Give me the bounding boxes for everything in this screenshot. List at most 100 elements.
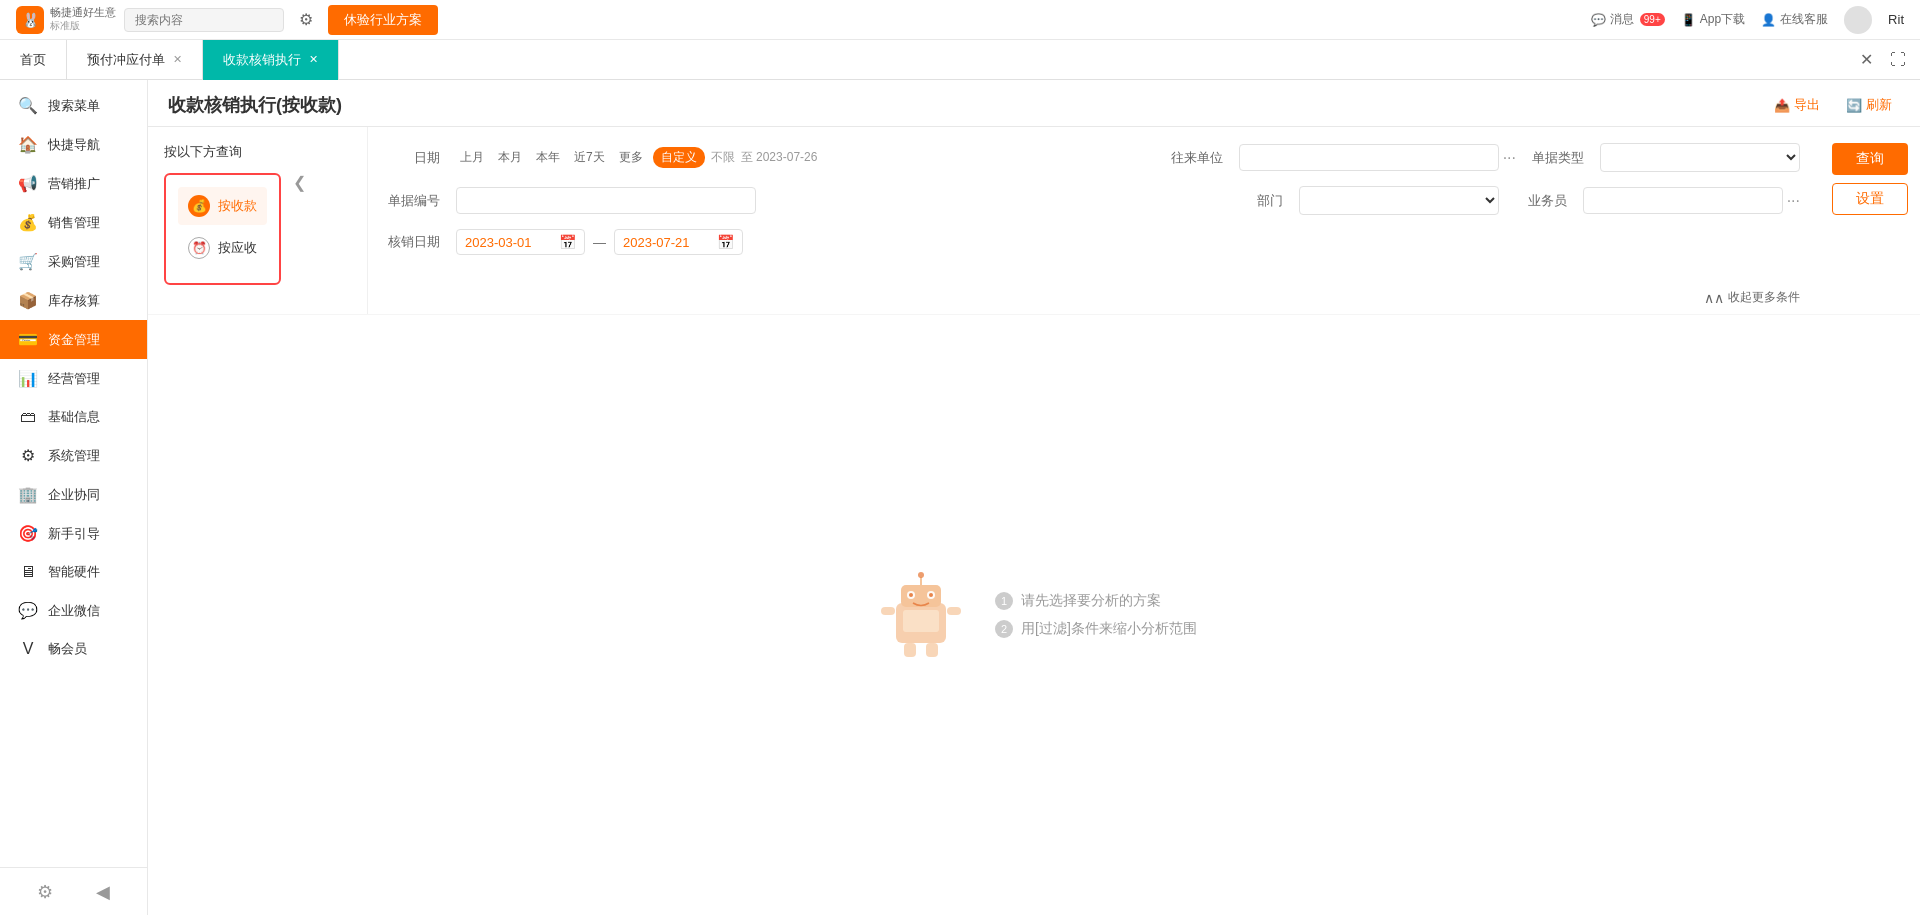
sidebar-item-sales[interactable]: 💰 销售管理 xyxy=(0,203,147,242)
counterpart-dots[interactable]: ··· xyxy=(1503,149,1516,167)
home-icon: 🏠 xyxy=(18,135,38,154)
query-btn[interactable]: 查询 xyxy=(1832,143,1908,175)
sidebar-item-inventory[interactable]: 📦 库存核算 xyxy=(0,281,147,320)
verify-date-end-input[interactable] xyxy=(623,235,713,250)
tab-prepay[interactable]: 预付冲应付单 ✕ xyxy=(67,40,203,80)
step1-label: 请先选择要分析的方案 xyxy=(1021,592,1161,610)
page-actions: 📤 导出 🔄 刷新 xyxy=(1766,92,1900,118)
verify-date-start-input[interactable] xyxy=(465,235,555,250)
svg-rect-6 xyxy=(903,610,939,632)
tab-collection-close[interactable]: ✕ xyxy=(309,53,318,66)
collapse-label: 收起更多条件 xyxy=(1728,289,1800,306)
sidebar-item-operations-label: 经营管理 xyxy=(48,370,100,388)
empty-illustration xyxy=(871,565,971,665)
close-tab-btn[interactable]: ✕ xyxy=(1852,46,1880,74)
filter-option-by-collection[interactable]: 💰 按收款 xyxy=(178,187,267,225)
sidebar-item-funds[interactable]: 💳 资金管理 xyxy=(0,320,147,359)
date-btn-last-month[interactable]: 上月 xyxy=(456,147,488,168)
app-download-btn[interactable]: 📱 App下载 xyxy=(1681,11,1745,28)
svg-rect-10 xyxy=(926,643,938,657)
chevron-up-icon: ∧∧ xyxy=(1704,290,1724,306)
sidebar-item-member[interactable]: V 畅会员 xyxy=(0,630,147,668)
svg-point-4 xyxy=(909,593,913,597)
dept-select[interactable] xyxy=(1299,186,1499,215)
svg-point-12 xyxy=(918,572,924,578)
filter-right-wrap: 日期 上月 本月 本年 近7天 更多 自定义 不限 至 2023-07-26 xyxy=(368,127,1820,314)
date-no-limit: 不限 xyxy=(711,149,735,166)
app-download-label: App下载 xyxy=(1700,11,1745,28)
wechat-icon: 💬 xyxy=(18,601,38,620)
tab-home[interactable]: 首页 xyxy=(0,40,67,80)
refresh-btn[interactable]: 🔄 刷新 xyxy=(1838,92,1900,118)
sidebar-item-search[interactable]: 🔍 搜索菜单 xyxy=(0,86,147,125)
date-btn-custom[interactable]: 自定义 xyxy=(653,147,705,168)
top-bar-right: 💬 消息 99+ 📱 App下载 👤 在线客服 Rit xyxy=(1591,6,1904,34)
avatar[interactable] xyxy=(1844,6,1872,34)
voucher-type-select[interactable] xyxy=(1600,143,1800,172)
maximize-btn[interactable]: ⛶ xyxy=(1884,46,1912,74)
setting-btn[interactable]: 设置 xyxy=(1832,183,1908,215)
calendar-start-icon[interactable]: 📅 xyxy=(559,234,576,250)
tab-prepay-close[interactable]: ✕ xyxy=(173,53,182,66)
filter-area: 按以下方查询 💰 按收款 ⏰ 按应收 ❮ xyxy=(148,127,1920,314)
date-btn-this-month[interactable]: 本月 xyxy=(494,147,526,168)
filter-row-2: 单据编号 部门 业务员 ··· xyxy=(388,186,1800,215)
calendar-end-icon[interactable]: 📅 xyxy=(717,234,734,250)
sidebar-item-basics[interactable]: 🗃 基础信息 xyxy=(0,398,147,436)
sidebar-item-system[interactable]: ⚙ 系统管理 xyxy=(0,436,147,475)
sidebar-menu: 🔍 搜索菜单 🏠 快捷导航 📢 营销推广 💰 销售管理 🛒 采购管理 📦 xyxy=(0,80,147,867)
page-header: 收款核销执行(按收款) 📤 导出 🔄 刷新 xyxy=(148,80,1920,127)
date-btn-7days[interactable]: 近7天 xyxy=(570,147,609,168)
app-icon: 📱 xyxy=(1681,13,1696,27)
page-title: 收款核销执行(按收款) xyxy=(168,93,342,117)
sidebar-item-marketing-label: 营销推广 xyxy=(48,175,100,193)
brand: 🐰 畅捷通好生意 标准版 xyxy=(16,6,116,34)
sales-icon: 💰 xyxy=(18,213,38,232)
collapse-more[interactable]: ∧∧ 收起更多条件 xyxy=(368,285,1820,314)
sidebar-collapse-btn[interactable]: ◀ xyxy=(96,881,110,903)
online-service-btn[interactable]: 👤 在线客服 xyxy=(1761,11,1828,28)
sidebar-item-guide[interactable]: 🎯 新手引导 xyxy=(0,514,147,553)
voucher-no-input[interactable] xyxy=(456,187,756,214)
tab-collection-label: 收款核销执行 xyxy=(223,51,301,69)
staff-input[interactable] xyxy=(1583,187,1783,214)
sidebar-item-purchase[interactable]: 🛒 采购管理 xyxy=(0,242,147,281)
tab-collection[interactable]: 收款核销执行 ✕ xyxy=(203,40,339,80)
staff-dots[interactable]: ··· xyxy=(1787,192,1800,210)
industry-btn[interactable]: 休验行业方案 xyxy=(328,5,438,35)
main-layout: 🔍 搜索菜单 🏠 快捷导航 📢 营销推广 💰 销售管理 🛒 采购管理 📦 xyxy=(0,80,1920,915)
sidebar-item-marketing[interactable]: 📢 营销推广 xyxy=(0,164,147,203)
svg-rect-1 xyxy=(901,585,941,607)
filter-option-by-receivable[interactable]: ⏰ 按应收 xyxy=(178,229,267,267)
voucher-type-label: 单据类型 xyxy=(1532,149,1584,167)
search-input[interactable] xyxy=(124,8,284,32)
sidebar-item-quick-nav[interactable]: 🏠 快捷导航 xyxy=(0,125,147,164)
brand-badge: 标准版 xyxy=(50,19,116,33)
user-name: Rit xyxy=(1888,12,1904,27)
gear-icon[interactable]: ⚙ xyxy=(292,6,320,34)
filter-collapse-arrow[interactable]: ❮ xyxy=(293,173,306,192)
message-label: 消息 xyxy=(1610,11,1634,28)
export-btn[interactable]: 📤 导出 xyxy=(1766,92,1828,118)
sidebar-item-system-label: 系统管理 xyxy=(48,447,100,465)
query-btns: 查询 设置 xyxy=(1820,127,1920,314)
filter-option-by-receivable-label: 按应收 xyxy=(218,239,257,257)
message-btn[interactable]: 💬 消息 99+ xyxy=(1591,11,1665,28)
date-btn-this-year[interactable]: 本年 xyxy=(532,147,564,168)
export-label: 导出 xyxy=(1794,96,1820,114)
sidebar-item-wechat[interactable]: 💬 企业微信 xyxy=(0,591,147,630)
sidebar-settings-btn[interactable]: ⚙ xyxy=(37,881,53,903)
tab-prepay-label: 预付冲应付单 xyxy=(87,51,165,69)
funds-icon: 💳 xyxy=(18,330,38,349)
sidebar-item-operations[interactable]: 📊 经营管理 xyxy=(0,359,147,398)
filter-row-1: 日期 上月 本月 本年 近7天 更多 自定义 不限 至 2023-07-26 xyxy=(388,143,1800,172)
counterpart-input[interactable] xyxy=(1239,144,1499,171)
empty-step1: 1 请先选择要分析的方案 xyxy=(995,592,1197,610)
sidebar-item-enterprise[interactable]: 🏢 企业协同 xyxy=(0,475,147,514)
date-btn-more[interactable]: 更多 xyxy=(615,147,647,168)
sidebar-item-hardware[interactable]: 🖥 智能硬件 xyxy=(0,553,147,591)
filter-row-3: 核销日期 📅 — 📅 xyxy=(388,229,1800,255)
brand-icon: 🐰 xyxy=(16,6,44,34)
step2-label: 用[过滤]条件来缩小分析范围 xyxy=(1021,620,1197,638)
sidebar-item-hardware-label: 智能硬件 xyxy=(48,563,100,581)
